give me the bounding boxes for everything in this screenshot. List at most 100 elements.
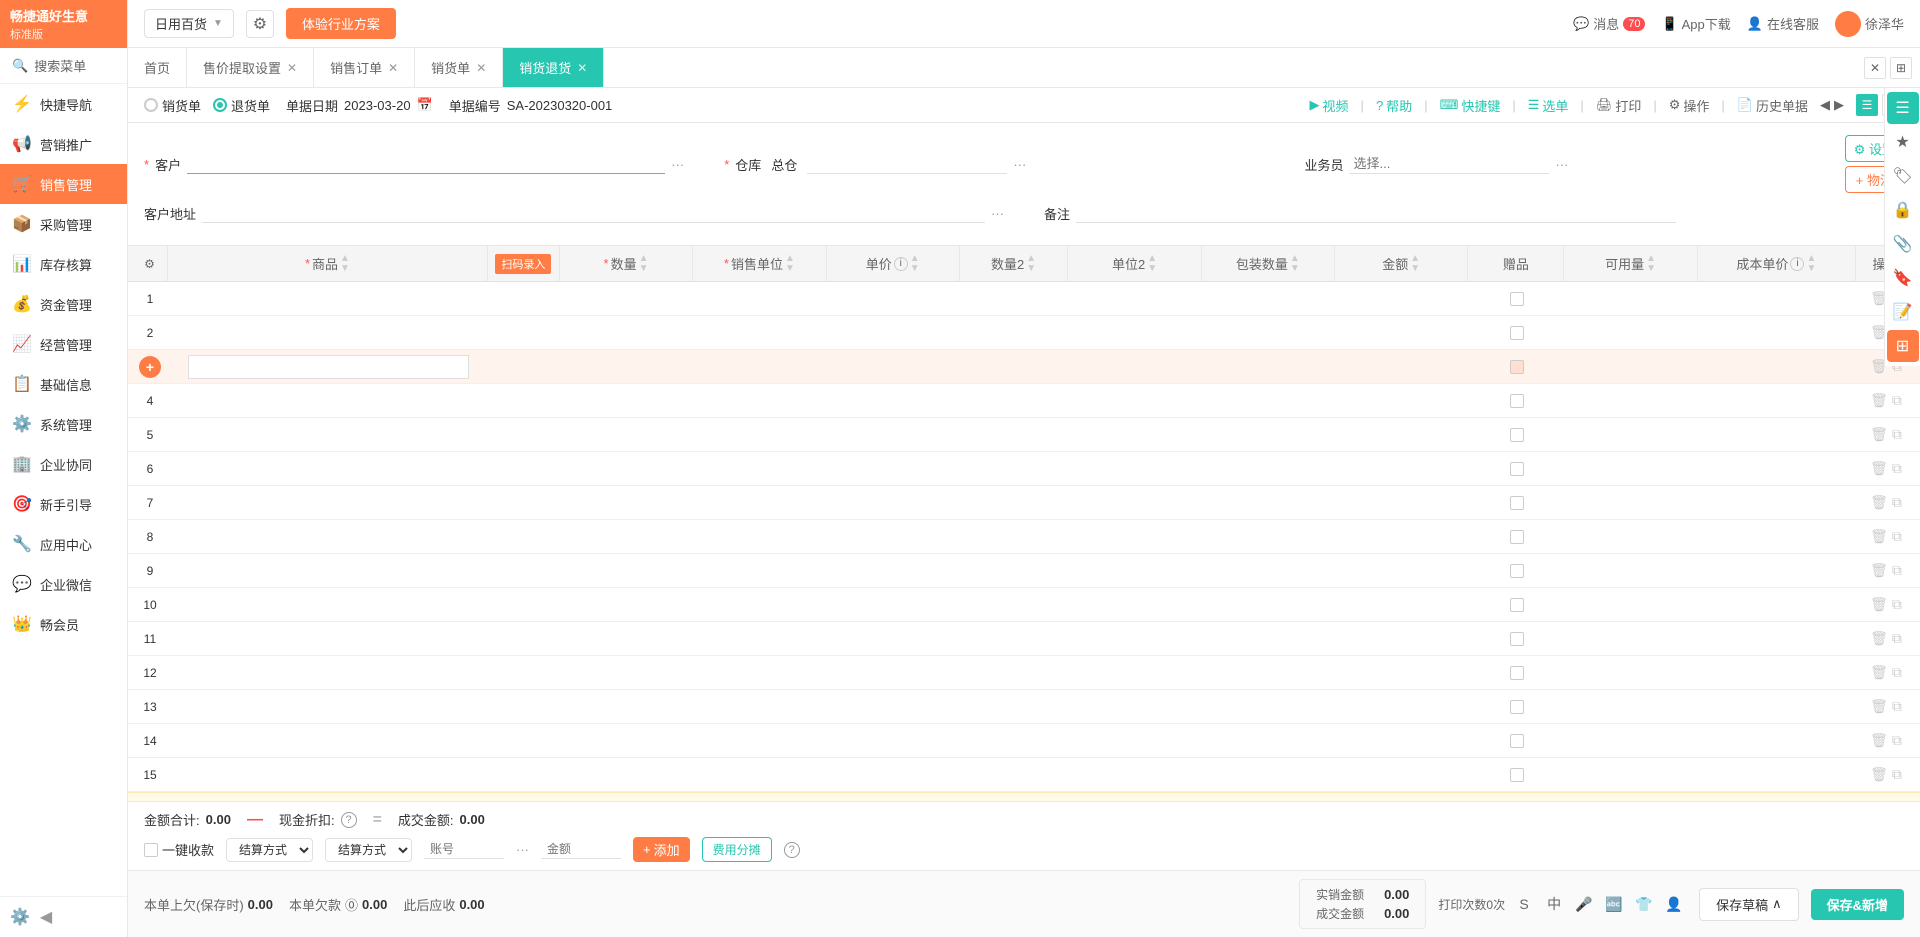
copy-row-icon[interactable]: ⧉ (1892, 528, 1902, 545)
delete-row-icon[interactable]: 🗑 (1870, 528, 1888, 545)
gift-checkbox[interactable] (1510, 292, 1524, 306)
qty2-sort-icon[interactable]: ▲▼ (1026, 254, 1036, 274)
radio-return[interactable]: 退货单 (213, 96, 270, 115)
tab-close-sales-delivery[interactable]: ✕ (476, 61, 486, 75)
delete-row-icon[interactable]: 🗑 (1870, 664, 1888, 681)
expense-split-button[interactable]: 费用分摊 (702, 837, 772, 862)
tab-sales-delivery[interactable]: 销货单 ✕ (415, 48, 503, 87)
window-expand-button[interactable]: ⊞ (1890, 57, 1912, 79)
delete-row-icon[interactable]: 🗑 (1870, 596, 1888, 613)
gift-checkbox[interactable] (1510, 394, 1524, 408)
copy-row-icon[interactable]: ⧉ (1892, 494, 1902, 511)
amount-input[interactable] (541, 840, 621, 859)
product-input[interactable] (188, 355, 470, 379)
one-click-payment-checkbox[interactable]: 一键收款 (144, 840, 214, 859)
amount-sort-icon[interactable]: ▲▼ (1410, 254, 1420, 274)
avail-sort-icon[interactable]: ▲▼ (1646, 254, 1656, 274)
collapse-icon[interactable]: ◀ (40, 907, 52, 927)
tab-home[interactable]: 首页 (128, 48, 187, 87)
gift-checkbox[interactable] (1510, 360, 1524, 374)
gift-checkbox[interactable] (1510, 734, 1524, 748)
sidebar-item-finance[interactable]: 💰 资金管理 (0, 284, 127, 324)
trial-button[interactable]: 体验行业方案 (286, 8, 396, 39)
rs-clip-icon[interactable]: 📎 (1887, 228, 1919, 260)
rs-tag-icon[interactable]: 🏷 (1887, 160, 1919, 192)
mic-icon[interactable]: 🎤 (1571, 891, 1597, 917)
pkg-sort-icon[interactable]: ▲▼ (1290, 254, 1300, 274)
address-more-icon[interactable]: ··· (991, 206, 1004, 221)
gift-checkbox[interactable] (1510, 564, 1524, 578)
delete-row-icon[interactable]: 🗑 (1870, 494, 1888, 511)
delete-row-icon[interactable]: 🗑 (1870, 732, 1888, 749)
copy-row-icon[interactable]: ⧉ (1892, 732, 1902, 749)
radio-sale[interactable]: 销货单 (144, 96, 201, 115)
product-sort-icon[interactable]: ▲▼ (340, 254, 350, 274)
user-avatar[interactable]: 徐泽华 (1835, 11, 1904, 37)
rs-orange-icon[interactable]: ⊞ (1887, 330, 1919, 362)
settings-icon[interactable]: ⚙️ (10, 907, 30, 927)
delete-row-icon[interactable]: 🗑 (1870, 460, 1888, 477)
tab-close-sales-order[interactable]: ✕ (388, 61, 398, 75)
copy-row-icon[interactable]: ⧉ (1892, 698, 1902, 715)
copy-row-icon[interactable]: ⧉ (1892, 596, 1902, 613)
sidebar-item-purchase[interactable]: 📦 采购管理 (0, 204, 127, 244)
address-input[interactable] (202, 203, 985, 223)
cost-info-icon[interactable]: i (1790, 257, 1804, 271)
account-input[interactable] (424, 840, 504, 859)
copy-row-icon[interactable]: ⧉ (1892, 664, 1902, 681)
sidebar-item-enterprise[interactable]: 🏢 企业协同 (0, 444, 127, 484)
tab-sales-return[interactable]: 销货退货 ✕ (503, 48, 604, 87)
cost-sort-icon[interactable]: ▲▼ (1806, 254, 1816, 274)
copy-row-icon[interactable]: ⧉ (1892, 460, 1902, 477)
rs-bookmark-icon[interactable]: 🔖 (1887, 262, 1919, 294)
gift-checkbox[interactable] (1510, 462, 1524, 476)
delete-row-icon[interactable]: 🗑 (1870, 392, 1888, 409)
copy-row-icon[interactable]: ⧉ (1892, 562, 1902, 579)
delete-row-icon[interactable]: 🗑 (1870, 426, 1888, 443)
shortcuts-button[interactable]: ⌨ 快捷键 (1440, 96, 1501, 115)
account-more-icon[interactable]: ··· (516, 842, 529, 857)
app-download-button[interactable]: 📱 App下载 (1661, 14, 1730, 33)
qty-sort-icon[interactable]: ▲▼ (639, 254, 649, 274)
sidebar-item-quick-nav[interactable]: ⚡ 快捷导航 (0, 84, 127, 124)
s-icon[interactable]: S (1511, 891, 1537, 917)
gift-checkbox[interactable] (1510, 632, 1524, 646)
one-click-checkbox[interactable] (144, 843, 158, 857)
history-button[interactable]: 📄 历史单据 (1737, 96, 1808, 115)
rs-note-icon[interactable]: 📝 (1887, 296, 1919, 328)
settlement-method-select[interactable]: 结算方式 (226, 838, 313, 862)
select-button[interactable]: ☰ 选单 (1528, 96, 1569, 115)
rs-lock-icon[interactable]: 🔒 (1887, 194, 1919, 226)
copy-row-icon[interactable]: ⧉ (1892, 766, 1902, 783)
zh-icon[interactable]: 中 (1541, 891, 1567, 917)
window-close-button[interactable]: ✕ (1864, 57, 1886, 79)
video-button[interactable]: ▶ 视频 (1310, 96, 1349, 115)
salesperson-more-icon[interactable]: ··· (1555, 157, 1568, 172)
add-payment-button[interactable]: + 添加 (633, 837, 690, 862)
th-gear[interactable]: ⚙ (132, 246, 168, 281)
sidebar-item-appstore[interactable]: 🔧 应用中心 (0, 524, 127, 564)
gift-checkbox[interactable] (1510, 530, 1524, 544)
gift-checkbox[interactable] (1510, 326, 1524, 340)
save-new-button[interactable]: 保存&新增 (1811, 889, 1904, 920)
unit2-sort-icon[interactable]: ▲▼ (1147, 254, 1157, 274)
copy-row-icon[interactable]: ⧉ (1892, 426, 1902, 443)
tab-close-price-extract[interactable]: ✕ (287, 61, 297, 75)
sidebar-item-basics[interactable]: 📋 基础信息 (0, 364, 127, 404)
sidebar-item-wechat[interactable]: 💬 企业微信 (0, 564, 127, 604)
operate-button[interactable]: ⚙ 操作 (1669, 96, 1710, 115)
tab-price-extract[interactable]: 售价提取设置 ✕ (187, 48, 314, 87)
sidebar-item-inventory[interactable]: 📊 库存核算 (0, 244, 127, 284)
customer-more-icon[interactable]: ··· (671, 157, 684, 172)
sidebar-item-member[interactable]: 👑 畅会员 (0, 604, 127, 644)
rs-grid-icon[interactable]: ☰ (1887, 92, 1919, 124)
calendar-icon[interactable]: 📅 (417, 97, 433, 113)
delete-row-icon[interactable]: 🗑 (1870, 766, 1888, 783)
next-icon[interactable]: ▶ (1834, 97, 1844, 113)
discount-info-icon[interactable]: ? (341, 812, 357, 828)
remark-input[interactable] (1076, 203, 1676, 223)
message-button[interactable]: 💬 消息 70 (1573, 14, 1645, 33)
print-button[interactable]: 🖨 打印 (1596, 96, 1642, 115)
price-info-icon[interactable]: i (894, 257, 908, 271)
split-info-icon[interactable]: ? (784, 842, 800, 858)
